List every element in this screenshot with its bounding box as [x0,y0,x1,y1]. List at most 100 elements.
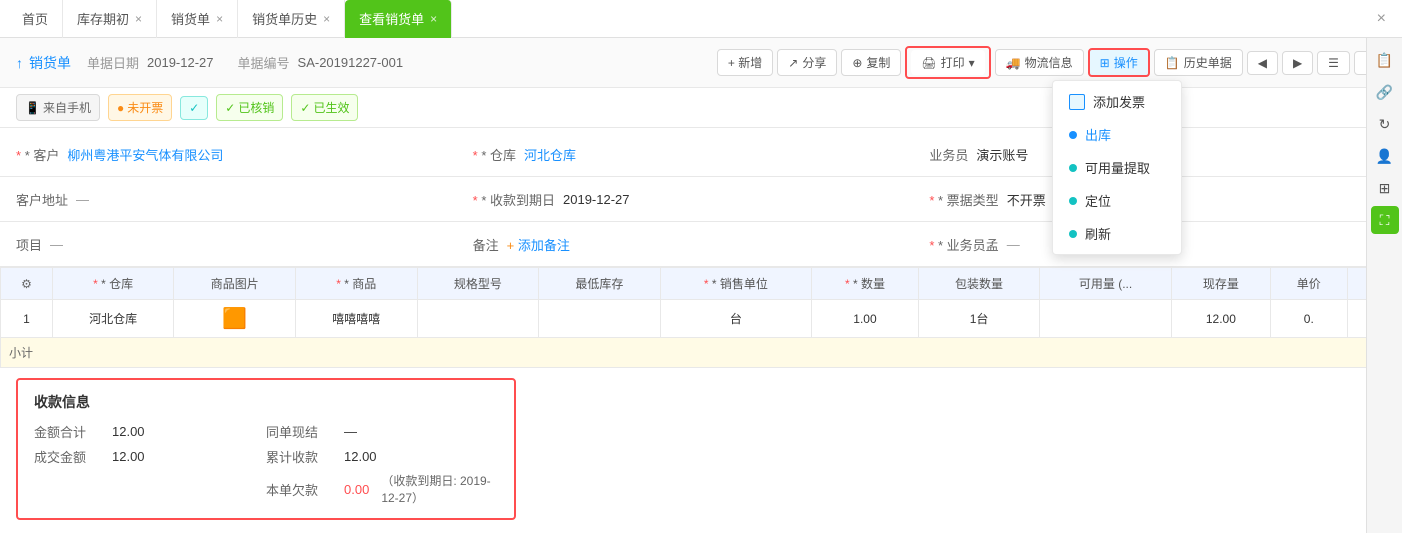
operation-dropdown: 添加发票 出库 可用量提取 定位 刷新 [1052,80,1182,255]
locate-dot [1069,197,1077,205]
close-all-button[interactable]: × [1369,10,1394,28]
print-button[interactable]: 🖨 打印 ▾ [911,50,984,75]
toolbar: + 新增 ↗ 分享 ⊕ 复制 🖨 打印 ▾ 🚚 物流信息 ⊞ [717,46,1386,79]
doc-type-label: 销货单 [29,53,71,73]
copy-doc-icon[interactable]: 📋 [1371,46,1399,74]
effective-check-icon: ✓ [300,101,310,115]
warehouse-value[interactable]: 河北仓库 [524,145,576,164]
tab-sales-order[interactable]: 销货单 × [157,0,238,38]
cancelled-check-icon: ✓ [225,101,235,115]
payment-date-value: 2019-12-27 [563,192,630,207]
warehouse-label: * * 仓库 [473,145,516,164]
fullscreen-icon[interactable]: ⛶ [1371,206,1399,234]
already-cancelled-button[interactable]: ✓ 已核销 [216,94,283,121]
table-sidebar-icon[interactable]: ⊞ [1371,174,1399,202]
total-amount-row: 金额合计 12.00 [34,422,266,441]
close-tab-sales-order[interactable]: × [216,12,223,26]
available-pickup-dot [1069,164,1077,172]
close-tab-inventory-init[interactable]: × [135,12,142,26]
tab-inventory-init[interactable]: 库存期初 × [63,0,157,38]
salesperson-value: 演示账号 [976,145,1028,164]
warehouse-row: * * 仓库 河北仓库 [473,140,930,168]
number-label: 单据编号 [238,53,290,72]
available-pickup-item[interactable]: 可用量提取 [1053,151,1181,184]
form-area-3: 项目 — 备注 + 添加备注 * * 业务员孟 — [0,222,1402,267]
copy-icon: ⊕ [852,56,862,70]
payment-title: 收款信息 [34,392,498,412]
col-quantity: * * 数量 [812,268,919,300]
print-icon: 🖨 [921,56,936,70]
project-value: — [50,237,63,252]
check-icon-button[interactable]: ✓ [180,96,208,120]
subtotal-row: 小计 [1,338,1402,368]
col-spec: 规格型号 [417,268,539,300]
same-order-label: 同单现结 [266,422,336,441]
current-debt-label: 本单欠款 [266,480,336,499]
locate-item[interactable]: 定位 [1053,184,1181,217]
tab-sales-history[interactable]: 销货单历史 × [238,0,345,38]
customer-value[interactable]: 柳州粤港平安气体有限公司 [67,145,223,164]
check-icon: ✓ [189,101,199,115]
out-warehouse-item[interactable]: 出库 [1053,118,1181,151]
add-note-button[interactable]: + 添加备注 [507,235,570,254]
secondary-toolbar: 📱 来自手机 ● 未开票 ✓ ✓ 已核销 ✓ 已生效 [0,88,1402,128]
payment-info: 收款信息 金额合计 12.00 同单现结 — 成交金额 12.00 累计收款 1… [16,378,516,520]
date-value: 2019-12-27 [147,55,214,70]
project-label: 项目 [16,235,42,254]
form-area-2: 客户地址 — * * 收款到期日 2019-12-27 * * 票据类型 不开票 [0,177,1402,222]
prev-record-button[interactable]: ◀ [1247,51,1278,75]
current-debt-row: 本单欠款 0.00 （收款到期日: 2019-12-27） [266,472,498,506]
address-row: 客户地址 — [16,185,473,213]
history-button[interactable]: 📋 历史单据 [1154,49,1243,76]
col-settings[interactable]: ⚙ [1,268,53,300]
close-tab-sales-history[interactable]: × [323,12,330,26]
not-open-ticket-button[interactable]: ● 未开票 [108,94,172,121]
next-record-button[interactable]: ▶ [1282,51,1313,75]
share-icon: ↗ [788,56,798,70]
settings-icon[interactable]: ⚙ [21,277,32,291]
transaction-amount-label: 成交金额 [34,447,104,466]
share-button[interactable]: ↗ 分享 [777,49,837,76]
link-icon[interactable]: 🔗 [1371,78,1399,106]
payment-date-label: * * 收款到期日 [473,190,555,209]
tab-bar: 首页 库存期初 × 销货单 × 销货单历史 × 查看销货单 × × [0,0,1402,38]
copy-button[interactable]: ⊕ 复制 [841,49,901,76]
payment-grid: 金额合计 12.00 同单现结 — 成交金额 12.00 累计收款 12.00 … [34,422,498,506]
table-row: 1 河北仓库 🟧 嘻嘻嘻嘻 台 1.00 1台 12.00 0. [1,300,1402,338]
user-icon[interactable]: 👤 [1371,142,1399,170]
list-view-button[interactable]: ☰ [1317,51,1350,75]
number-value: SA-20191227-001 [298,55,404,70]
col-min-stock: 最低库存 [539,268,661,300]
new-button[interactable]: + 新增 [717,49,773,76]
col-pack-qty: 包装数量 [918,268,1040,300]
out-warehouse-dot [1069,131,1077,139]
close-tab-view-sales[interactable]: × [430,12,437,26]
col-current-stock: 现存量 [1171,268,1270,300]
tab-view-sales[interactable]: 查看销货单 × [345,0,452,38]
print-highlight: 🖨 打印 ▾ [905,46,990,79]
tab-home[interactable]: 首页 [8,0,63,38]
cumulative-payment-row: 累计收款 12.00 [266,447,498,466]
refresh-icon[interactable]: ↻ [1371,110,1399,138]
note-label: 备注 [473,235,499,254]
customer-label: * * 客户 [16,145,59,164]
add-invoice-item[interactable]: 添加发票 [1053,85,1181,118]
same-order-value: — [344,424,357,439]
col-available: 可用量 (... [1040,268,1172,300]
truck-icon: 🚚 [1006,56,1021,70]
doc-title: ↑ 销货单 [16,53,71,73]
form-area-1: * * 客户 柳州粤港平安气体有限公司 * * 仓库 河北仓库 业务员 演示账号 [0,128,1402,177]
address-value: — [76,192,89,207]
salesperson2-label: * * 业务员孟 [929,235,998,254]
add-invoice-icon [1069,94,1085,110]
operation-button[interactable]: ⊞ 操作 [1088,48,1150,77]
ticket-type-value: 不开票 [1007,190,1046,209]
refresh-item[interactable]: 刷新 [1053,217,1181,250]
from-phone-button[interactable]: 📱 来自手机 [16,94,100,121]
logistics-button[interactable]: 🚚 物流信息 [995,49,1084,76]
same-order-row: 同单现结 — [266,422,498,441]
already-effective-button[interactable]: ✓ 已生效 [291,94,358,121]
total-amount-value: 12.00 [112,424,145,439]
salesperson-label: 业务员 [929,145,968,164]
right-sidebar: 📋 🔗 ↻ 👤 ⊞ ⛶ [1366,38,1402,533]
